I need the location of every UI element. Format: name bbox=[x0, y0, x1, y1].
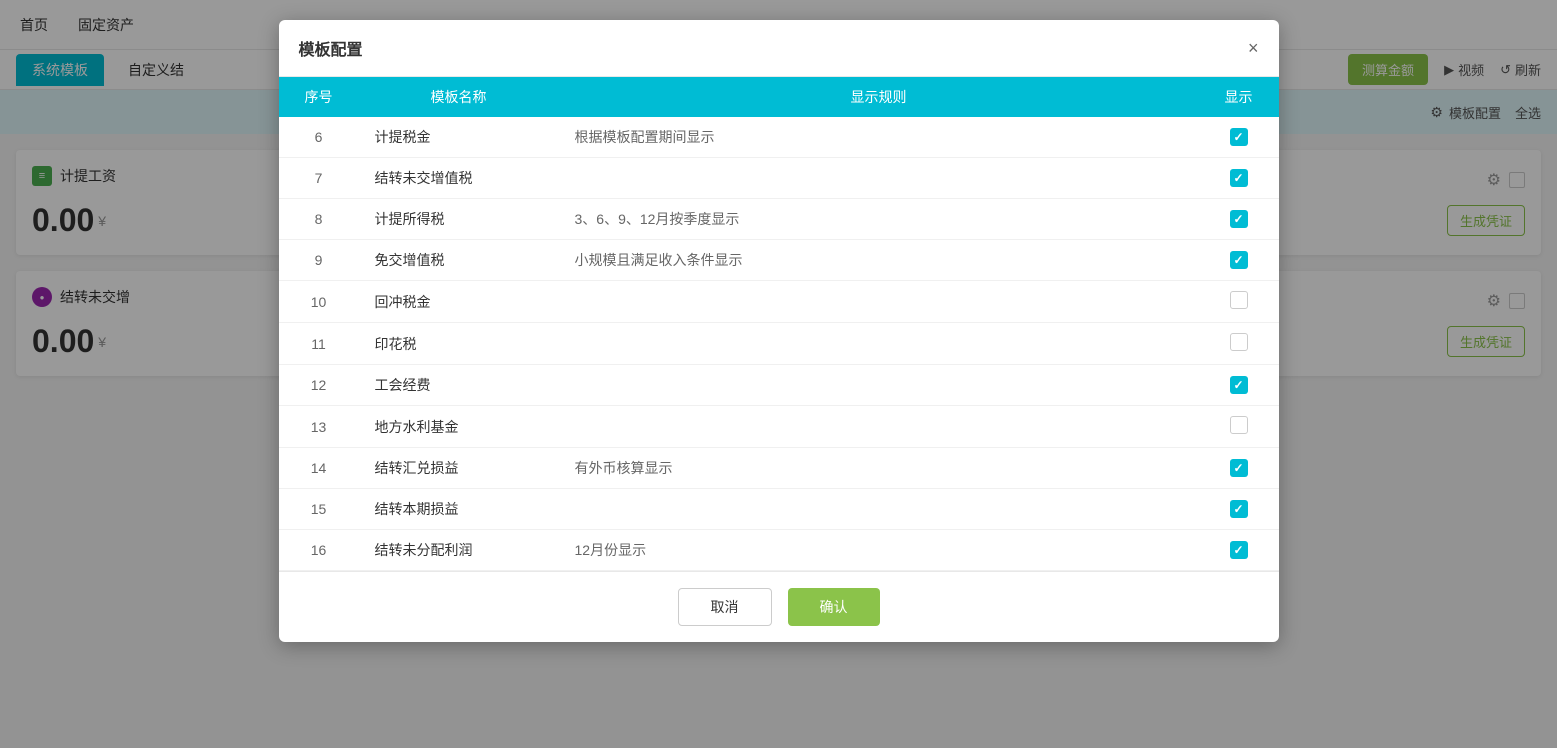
checkbox-row-14[interactable] bbox=[1230, 459, 1248, 477]
cell-rule bbox=[559, 365, 1199, 406]
cell-checkbox bbox=[1199, 323, 1279, 365]
cell-rule bbox=[559, 281, 1199, 323]
checkbox-row-9[interactable] bbox=[1230, 251, 1248, 269]
cell-rule: 根据模板配置期间显示 bbox=[559, 117, 1199, 158]
cell-checkbox bbox=[1199, 117, 1279, 158]
col-header-rule: 显示规则 bbox=[559, 77, 1199, 117]
checkbox-row-10[interactable] bbox=[1230, 291, 1248, 309]
table-row: 13地方水利基金 bbox=[279, 406, 1279, 448]
cell-seq: 14 bbox=[279, 448, 359, 489]
table-row: 15结转本期损益 bbox=[279, 489, 1279, 530]
cell-seq: 13 bbox=[279, 406, 359, 448]
table-row: 10回冲税金 bbox=[279, 281, 1279, 323]
cell-rule: 12月份显示 bbox=[559, 530, 1199, 571]
table-row: 9免交增值税小规模且满足收入条件显示 bbox=[279, 240, 1279, 281]
cell-rule bbox=[559, 406, 1199, 448]
cell-checkbox bbox=[1199, 158, 1279, 199]
modal-title: 模板配置 bbox=[299, 36, 363, 60]
cell-name: 结转本期损益 bbox=[359, 489, 559, 530]
cell-name: 结转未交增值税 bbox=[359, 158, 559, 199]
modal-footer: 取消 确认 bbox=[279, 571, 1279, 642]
table-row: 11印花税 bbox=[279, 323, 1279, 365]
checkbox-row-7[interactable] bbox=[1230, 169, 1248, 187]
table-row: 12工会经费 bbox=[279, 365, 1279, 406]
table-row: 14结转汇兑损益有外币核算显示 bbox=[279, 448, 1279, 489]
modal-body: 序号 模板名称 显示规则 显示 6计提税金根据模板配置期间显示7结转未交增值税8… bbox=[279, 77, 1279, 571]
cell-rule bbox=[559, 323, 1199, 365]
cell-name: 计提所得税 bbox=[359, 199, 559, 240]
checkbox-row-15[interactable] bbox=[1230, 500, 1248, 518]
cell-name: 印花税 bbox=[359, 323, 559, 365]
table-row: 7结转未交增值税 bbox=[279, 158, 1279, 199]
cell-checkbox bbox=[1199, 199, 1279, 240]
cell-name: 地方水利基金 bbox=[359, 406, 559, 448]
table-row: 8计提所得税3、6、9、12月按季度显示 bbox=[279, 199, 1279, 240]
modal-close-button[interactable]: × bbox=[1248, 39, 1259, 57]
checkbox-row-8[interactable] bbox=[1230, 210, 1248, 228]
cell-name: 结转汇兑损益 bbox=[359, 448, 559, 489]
cell-checkbox bbox=[1199, 365, 1279, 406]
checkbox-row-11[interactable] bbox=[1230, 333, 1248, 351]
checkbox-row-16[interactable] bbox=[1230, 541, 1248, 559]
cell-rule bbox=[559, 489, 1199, 530]
cell-name: 回冲税金 bbox=[359, 281, 559, 323]
cell-name: 计提税金 bbox=[359, 117, 559, 158]
cell-rule: 小规模且满足收入条件显示 bbox=[559, 240, 1199, 281]
config-table: 序号 模板名称 显示规则 显示 6计提税金根据模板配置期间显示7结转未交增值税8… bbox=[279, 77, 1279, 571]
checkbox-row-6[interactable] bbox=[1230, 128, 1248, 146]
table-header-row: 序号 模板名称 显示规则 显示 bbox=[279, 77, 1279, 117]
cell-seq: 16 bbox=[279, 530, 359, 571]
col-header-seq: 序号 bbox=[279, 77, 359, 117]
cell-seq: 15 bbox=[279, 489, 359, 530]
modal-header: 模板配置 × bbox=[279, 20, 1279, 77]
cell-seq: 11 bbox=[279, 323, 359, 365]
cell-seq: 6 bbox=[279, 117, 359, 158]
cell-seq: 10 bbox=[279, 281, 359, 323]
cell-name: 工会经费 bbox=[359, 365, 559, 406]
cell-checkbox bbox=[1199, 406, 1279, 448]
cell-name: 结转未分配利润 bbox=[359, 530, 559, 571]
cell-seq: 7 bbox=[279, 158, 359, 199]
cell-rule bbox=[559, 158, 1199, 199]
cancel-button[interactable]: 取消 bbox=[678, 588, 772, 626]
table-row: 16结转未分配利润12月份显示 bbox=[279, 530, 1279, 571]
cell-checkbox bbox=[1199, 240, 1279, 281]
checkbox-row-13[interactable] bbox=[1230, 416, 1248, 434]
col-header-name: 模板名称 bbox=[359, 77, 559, 117]
cell-checkbox bbox=[1199, 448, 1279, 489]
checkbox-row-12[interactable] bbox=[1230, 376, 1248, 394]
cell-seq: 8 bbox=[279, 199, 359, 240]
cell-checkbox bbox=[1199, 281, 1279, 323]
confirm-button[interactable]: 确认 bbox=[788, 588, 880, 626]
cell-seq: 9 bbox=[279, 240, 359, 281]
modal-overlay: 模板配置 × 序号 模板名称 显示规则 显示 6计提税金根据模板配置期间显示7结… bbox=[0, 0, 1557, 748]
cell-rule: 有外币核算显示 bbox=[559, 448, 1199, 489]
cell-rule: 3、6、9、12月按季度显示 bbox=[559, 199, 1199, 240]
cell-checkbox bbox=[1199, 489, 1279, 530]
cell-seq: 12 bbox=[279, 365, 359, 406]
col-header-display: 显示 bbox=[1199, 77, 1279, 117]
table-row: 6计提税金根据模板配置期间显示 bbox=[279, 117, 1279, 158]
cell-name: 免交增值税 bbox=[359, 240, 559, 281]
cell-checkbox bbox=[1199, 530, 1279, 571]
modal-template-config: 模板配置 × 序号 模板名称 显示规则 显示 6计提税金根据模板配置期间显示7结… bbox=[279, 20, 1279, 642]
